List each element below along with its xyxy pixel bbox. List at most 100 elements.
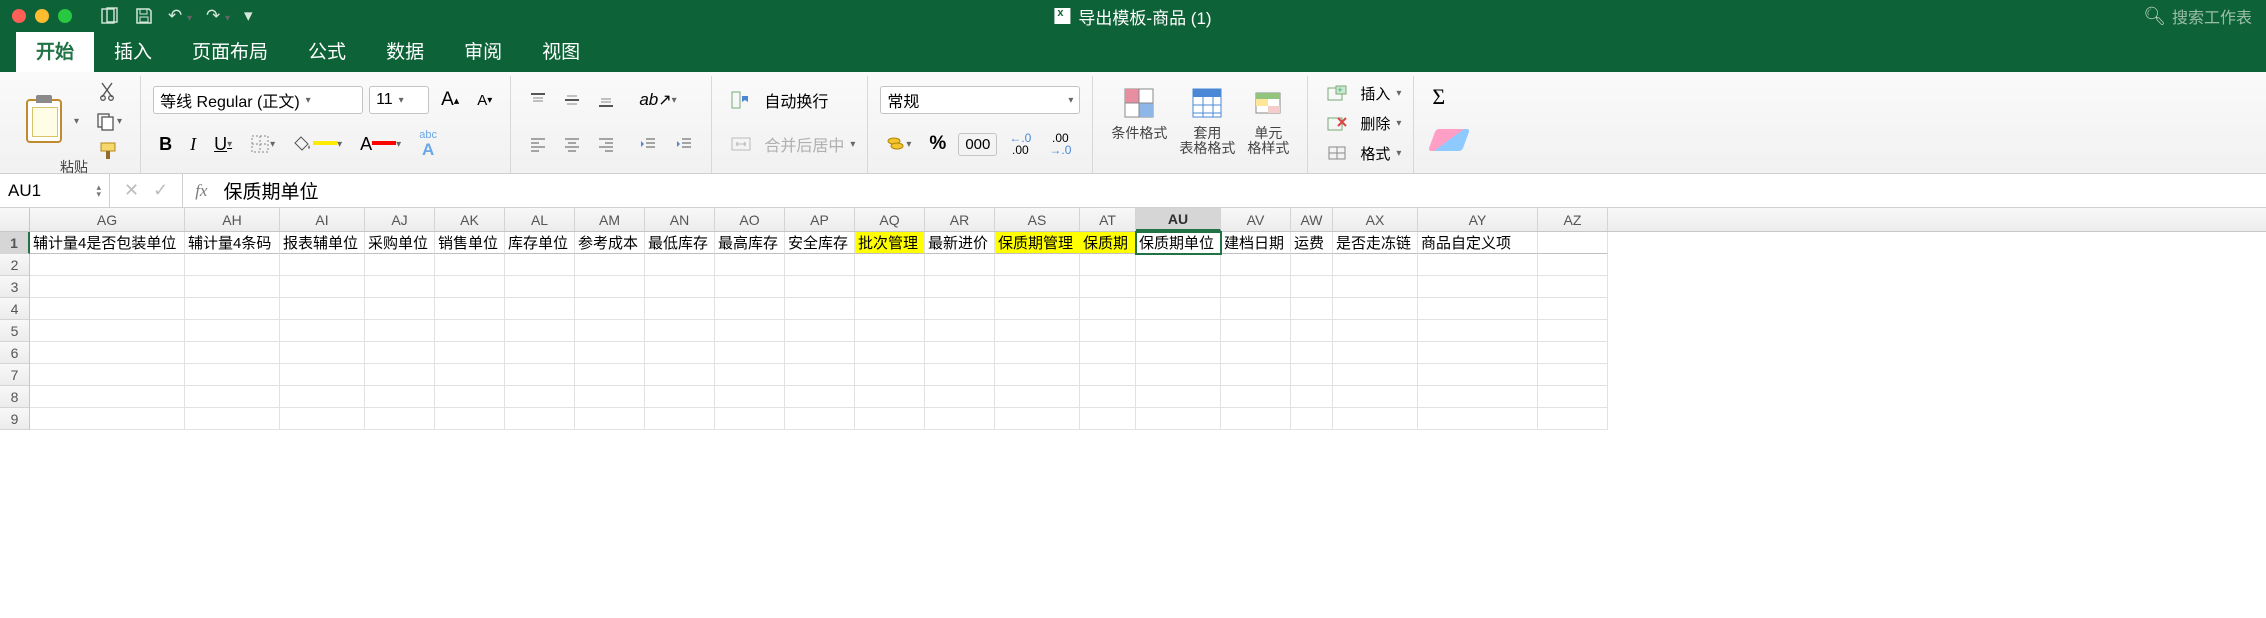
- cell-AL1[interactable]: 库存单位: [505, 232, 575, 254]
- cut-button[interactable]: [89, 78, 128, 104]
- cell-AY1[interactable]: 商品自定义项: [1418, 232, 1538, 254]
- cell-AP1[interactable]: 安全库存: [785, 232, 855, 254]
- cell-AV7[interactable]: [1221, 364, 1291, 386]
- cell-AR7[interactable]: [925, 364, 995, 386]
- cell-AK8[interactable]: [435, 386, 505, 408]
- cell-AZ2[interactable]: [1538, 254, 1608, 276]
- column-header-AH[interactable]: AH: [185, 208, 280, 231]
- autosum-button[interactable]: Σ: [1426, 81, 1451, 113]
- cell-AG4[interactable]: [30, 298, 185, 320]
- cell-AQ4[interactable]: [855, 298, 925, 320]
- cell-AJ2[interactable]: [365, 254, 435, 276]
- cell-AO1[interactable]: 最高库存: [715, 232, 785, 254]
- cell-AV8[interactable]: [1221, 386, 1291, 408]
- cell-AK7[interactable]: [435, 364, 505, 386]
- cell-AW8[interactable]: [1291, 386, 1333, 408]
- cell-AT9[interactable]: [1080, 408, 1136, 430]
- cell-AY2[interactable]: [1418, 254, 1538, 276]
- tab-insert[interactable]: 插入: [94, 29, 172, 72]
- cell-AO6[interactable]: [715, 342, 785, 364]
- cell-AY8[interactable]: [1418, 386, 1538, 408]
- cell-AU9[interactable]: [1136, 408, 1221, 430]
- cell-AS6[interactable]: [995, 342, 1080, 364]
- cell-AS4[interactable]: [995, 298, 1080, 320]
- comma-button[interactable]: 000: [958, 133, 997, 156]
- cell-AK3[interactable]: [435, 276, 505, 298]
- column-header-AR[interactable]: AR: [925, 208, 995, 231]
- cell-AI2[interactable]: [280, 254, 365, 276]
- cell-AT2[interactable]: [1080, 254, 1136, 276]
- merge-center-button[interactable]: [724, 131, 758, 157]
- cell-AG1[interactable]: 辅计量4是否包装单位: [30, 232, 185, 254]
- format-cells-button[interactable]: [1320, 141, 1354, 165]
- cell-AH5[interactable]: [185, 320, 280, 342]
- column-header-AV[interactable]: AV: [1221, 208, 1291, 231]
- column-header-AK[interactable]: AK: [435, 208, 505, 231]
- cell-AY7[interactable]: [1418, 364, 1538, 386]
- cell-AR1[interactable]: 最新进价: [925, 232, 995, 254]
- cell-AZ9[interactable]: [1538, 408, 1608, 430]
- cell-AU7[interactable]: [1136, 364, 1221, 386]
- clear-button[interactable]: [1426, 126, 1472, 154]
- chevron-down-icon[interactable]: ▾: [1396, 88, 1401, 99]
- bold-button[interactable]: B: [153, 131, 178, 158]
- cell-AH4[interactable]: [185, 298, 280, 320]
- cell-AU5[interactable]: [1136, 320, 1221, 342]
- cell-AW6[interactable]: [1291, 342, 1333, 364]
- cell-AN4[interactable]: [645, 298, 715, 320]
- cell-AP2[interactable]: [785, 254, 855, 276]
- cell-AS5[interactable]: [995, 320, 1080, 342]
- number-format-combo[interactable]: 常规▾: [880, 86, 1080, 114]
- cell-AU8[interactable]: [1136, 386, 1221, 408]
- increase-indent-button[interactable]: [669, 132, 699, 156]
- cell-AN8[interactable]: [645, 386, 715, 408]
- cell-AL3[interactable]: [505, 276, 575, 298]
- cell-AL4[interactable]: [505, 298, 575, 320]
- cell-AN6[interactable]: [645, 342, 715, 364]
- cell-AZ4[interactable]: [1538, 298, 1608, 320]
- cell-AK5[interactable]: [435, 320, 505, 342]
- cell-AU6[interactable]: [1136, 342, 1221, 364]
- row-header-6[interactable]: 6: [0, 342, 30, 364]
- decrease-decimal-button[interactable]: .00→.0: [1043, 129, 1077, 159]
- customize-qat-icon[interactable]: ▾: [244, 6, 253, 26]
- cell-AI3[interactable]: [280, 276, 365, 298]
- cell-AN2[interactable]: [645, 254, 715, 276]
- cell-AO2[interactable]: [715, 254, 785, 276]
- row-header-4[interactable]: 4: [0, 298, 30, 320]
- column-header-AO[interactable]: AO: [715, 208, 785, 231]
- cell-AX8[interactable]: [1333, 386, 1418, 408]
- decrease-font-button[interactable]: A▾: [471, 89, 498, 112]
- cell-AJ6[interactable]: [365, 342, 435, 364]
- cell-AV6[interactable]: [1221, 342, 1291, 364]
- cell-AM3[interactable]: [575, 276, 645, 298]
- cell-AQ6[interactable]: [855, 342, 925, 364]
- align-right-button[interactable]: [591, 132, 621, 156]
- cell-AO8[interactable]: [715, 386, 785, 408]
- close-window-icon[interactable]: [12, 9, 26, 23]
- cell-AX3[interactable]: [1333, 276, 1418, 298]
- column-header-AG[interactable]: AG: [30, 208, 185, 231]
- cell-AJ8[interactable]: [365, 386, 435, 408]
- cell-AP8[interactable]: [785, 386, 855, 408]
- wrap-text-button[interactable]: [724, 87, 758, 113]
- cell-AU4[interactable]: [1136, 298, 1221, 320]
- cell-AX5[interactable]: [1333, 320, 1418, 342]
- cell-AJ9[interactable]: [365, 408, 435, 430]
- column-header-AN[interactable]: AN: [645, 208, 715, 231]
- tab-view[interactable]: 视图: [522, 29, 600, 72]
- cell-AJ3[interactable]: [365, 276, 435, 298]
- cell-AT3[interactable]: [1080, 276, 1136, 298]
- cell-AQ9[interactable]: [855, 408, 925, 430]
- cell-AS7[interactable]: [995, 364, 1080, 386]
- zoom-window-icon[interactable]: [58, 9, 72, 23]
- column-header-AZ[interactable]: AZ: [1538, 208, 1608, 231]
- cell-AP5[interactable]: [785, 320, 855, 342]
- cell-AZ6[interactable]: [1538, 342, 1608, 364]
- cell-AM6[interactable]: [575, 342, 645, 364]
- cell-AI7[interactable]: [280, 364, 365, 386]
- cell-AR9[interactable]: [925, 408, 995, 430]
- cell-AI9[interactable]: [280, 408, 365, 430]
- undo-icon[interactable]: ↶ ▾: [168, 6, 192, 26]
- orientation-button[interactable]: ab↗ ▾: [633, 87, 682, 113]
